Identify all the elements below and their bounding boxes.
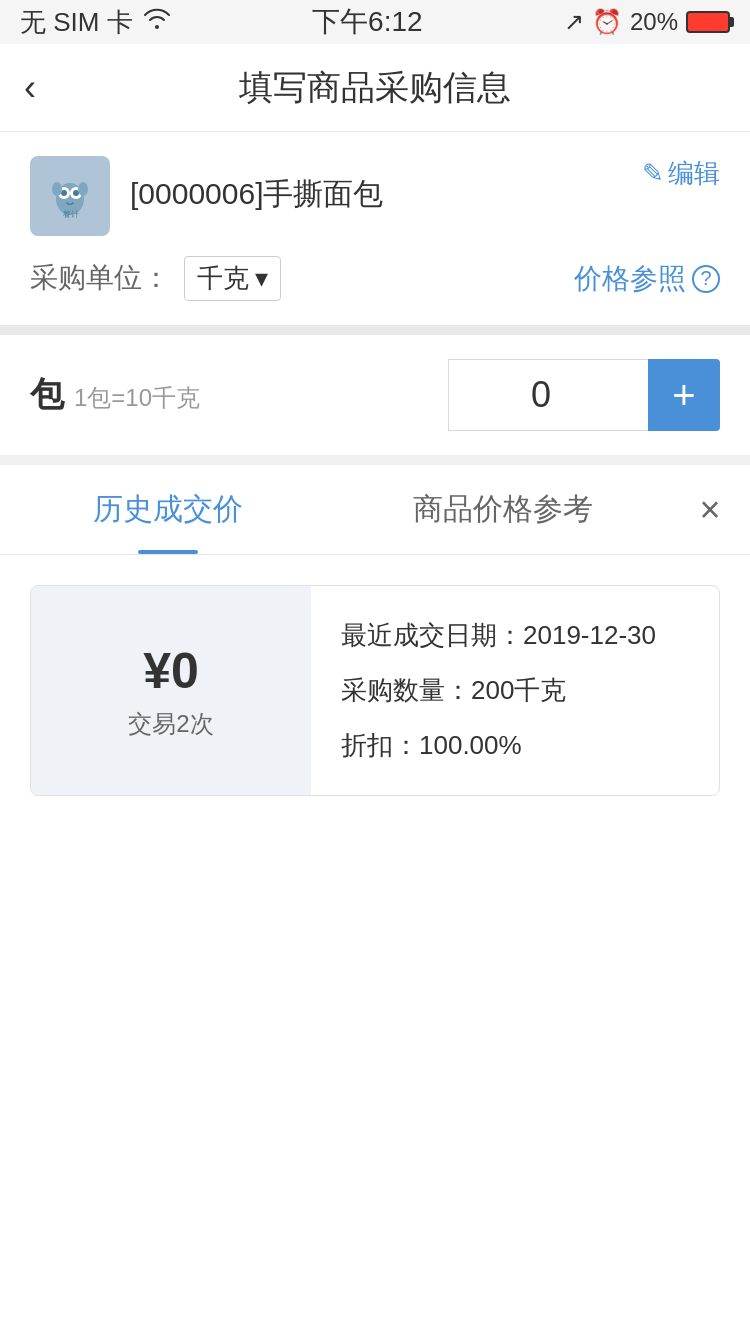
price-ref-label: 价格参照 (574, 260, 686, 298)
product-name: [0000006]手撕面包 (130, 174, 642, 215)
price-value: 0 (171, 643, 199, 699)
battery-percent: 20% (630, 8, 678, 36)
recent-date-row: 最近成交日期：2019-12-30 (341, 616, 689, 655)
dropdown-arrow-icon: ▾ (255, 263, 268, 294)
section-divider (0, 325, 750, 335)
tab-row: 历史成交价 商品价格参考 × (0, 465, 750, 555)
remaining-area (0, 826, 750, 1334)
status-right: ↗ ⏰ 20% (564, 8, 730, 36)
discount-row: 折扣：100.00% (341, 726, 689, 765)
status-left: 无 SIM 卡 (20, 5, 171, 40)
quantity-input[interactable] (448, 359, 648, 431)
quantity-row-detail: 采购数量：200千克 (341, 671, 689, 710)
history-price-block: ¥0 交易2次 (31, 586, 311, 795)
quantity-detail-value: 200千克 (471, 675, 566, 705)
time-display: 下午6:12 (312, 3, 423, 41)
help-icon: ? (692, 265, 720, 293)
svg-point-6 (78, 182, 88, 196)
tab-history-label: 历史成交价 (93, 489, 243, 530)
quantity-row: 包 1包=10千克 + (0, 335, 750, 455)
battery-icon (686, 11, 730, 33)
tab-price-ref-label: 商品价格参考 (413, 489, 593, 530)
page-title: 填写商品采购信息 (239, 65, 511, 111)
edit-label: 编辑 (668, 156, 720, 191)
qty-conversion-label: 1包=10千克 (74, 382, 200, 414)
history-trades: 交易2次 (128, 708, 213, 740)
alarm-icon: ⏰ (592, 8, 622, 36)
carrier-text: 无 SIM 卡 (20, 5, 133, 40)
recent-date-label: 最近成交日期： (341, 620, 523, 650)
status-bar: 无 SIM 卡 下午6:12 ↗ ⏰ 20% (0, 0, 750, 44)
back-button[interactable]: ‹ (24, 67, 36, 109)
discount-label: 折扣： (341, 730, 419, 760)
panel-close-button[interactable]: × (670, 465, 750, 554)
nav-bar: ‹ 填写商品采购信息 (0, 44, 750, 132)
quantity-input-group: + (448, 359, 720, 431)
unit-value: 千克 (197, 261, 249, 296)
history-card: ¥0 交易2次 最近成交日期：2019-12-30 采购数量：200千克 折扣：… (30, 585, 720, 796)
qty-unit-label: 包 (30, 372, 64, 418)
tab-price-ref[interactable]: 商品价格参考 (335, 465, 670, 554)
quantity-detail-label: 采购数量： (341, 675, 471, 705)
svg-point-5 (52, 182, 62, 196)
tab-history-price[interactable]: 历史成交价 (0, 465, 335, 554)
unit-label-group: 采购单位： 千克 ▾ (30, 256, 281, 301)
product-card: 餐计 [0000006]手撕面包 ✎ 编辑 采购单位： 千克 ▾ 价格参照 ? (0, 132, 750, 325)
product-unit-row: 采购单位： 千克 ▾ 价格参照 ? (30, 256, 720, 301)
bottom-panel: 历史成交价 商品价格参考 × ¥0 交易2次 最近成交日期：2019-12-30… (0, 465, 750, 1334)
product-header: 餐计 [0000006]手撕面包 ✎ 编辑 (30, 156, 720, 236)
discount-value: 100.00% (419, 730, 522, 760)
wifi-icon (143, 7, 171, 38)
product-icon: 餐计 (30, 156, 110, 236)
price-ref-button[interactable]: 价格参照 ? (574, 260, 720, 298)
location-icon: ↗ (564, 8, 584, 36)
recent-date-value: 2019-12-30 (523, 620, 656, 650)
quantity-label: 包 1包=10千克 (30, 372, 200, 418)
product-left: 餐计 [0000006]手撕面包 (30, 156, 642, 236)
edit-button[interactable]: ✎ 编辑 (642, 156, 720, 191)
qty-plus-button[interactable]: + (648, 359, 720, 431)
unit-select[interactable]: 千克 ▾ (184, 256, 281, 301)
svg-point-3 (61, 190, 67, 196)
product-info: [0000006]手撕面包 (130, 174, 642, 219)
price-symbol: ¥ (143, 643, 171, 699)
history-price: ¥0 (143, 642, 199, 700)
unit-label: 采购单位： (30, 262, 170, 293)
edit-icon: ✎ (642, 158, 664, 189)
svg-point-4 (73, 190, 79, 196)
svg-text:餐计: 餐计 (63, 210, 79, 219)
history-details: 最近成交日期：2019-12-30 采购数量：200千克 折扣：100.00% (311, 586, 719, 795)
